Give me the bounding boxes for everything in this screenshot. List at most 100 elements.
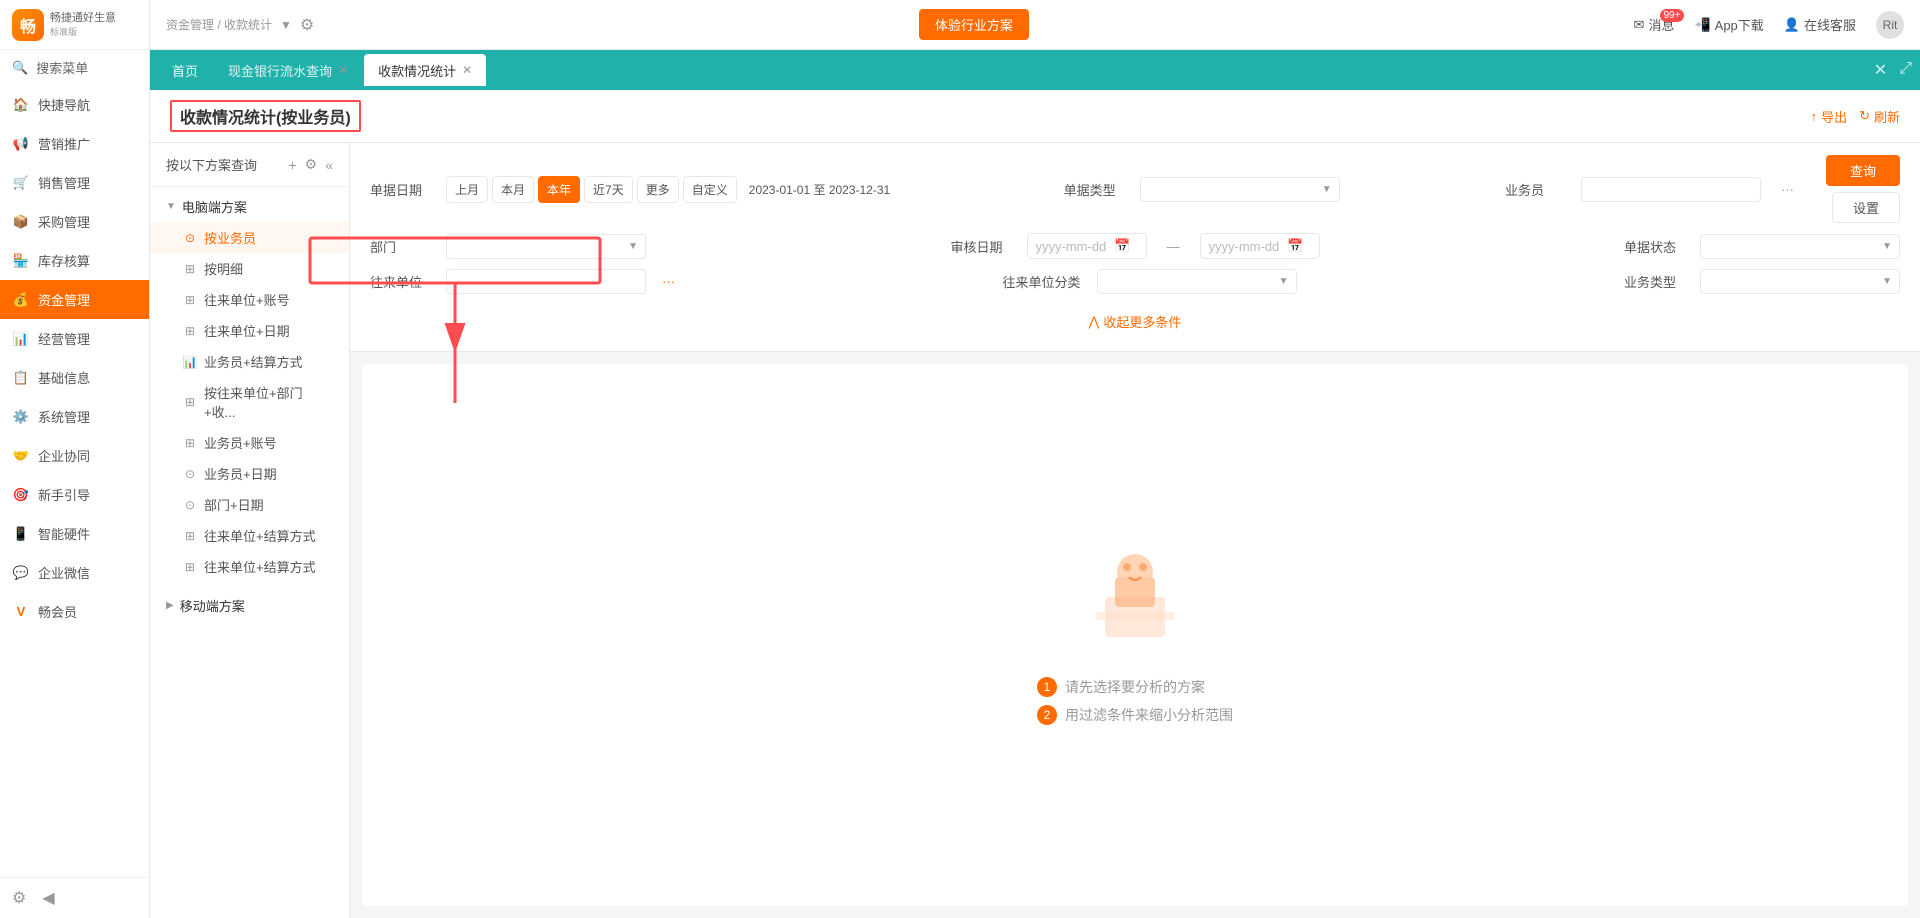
export-label: 导出 bbox=[1821, 107, 1847, 126]
sidebar-item-guide[interactable]: 🎯 新手引导 bbox=[0, 475, 149, 514]
sidebar-item-marketing[interactable]: 📢 营销推广 bbox=[0, 124, 149, 163]
scheme-item-unit-dept-collect[interactable]: ⊞ 按往来单位+部门+收... bbox=[150, 377, 349, 427]
date-btn-this-year[interactable]: 本年 bbox=[538, 176, 580, 203]
review-date-from[interactable]: yyyy-mm-dd 📅 bbox=[1027, 233, 1147, 259]
panel-collapse-icon[interactable]: « bbox=[325, 157, 333, 173]
export-button[interactable]: ↑ 导出 bbox=[1811, 107, 1848, 126]
filter-row-2: 部门 审核日期 yyyy-mm-dd 📅 — yyyy-mm-dd bbox=[370, 233, 1900, 259]
tab-home[interactable]: 首页 bbox=[158, 54, 212, 86]
scheme-salesman-date-icon: ⊙ bbox=[182, 466, 198, 482]
query-button[interactable]: 查询 bbox=[1826, 155, 1900, 186]
scheme-group-label: 电脑端方案 bbox=[182, 197, 247, 216]
unit-more-icon[interactable]: ··· bbox=[662, 274, 675, 289]
sidebar-item-member[interactable]: V 畅会员 bbox=[0, 592, 149, 631]
doc-status-select[interactable] bbox=[1700, 234, 1900, 259]
tab-bank[interactable]: 现金银行流水查询 ✕ bbox=[214, 54, 362, 86]
tab-collection[interactable]: 收款情况统计 ✕ bbox=[364, 54, 486, 86]
filter-row-1: 单据日期 上月 本月 本年 近7天 更多 自定义 2023-01-01 至 20… bbox=[370, 155, 1900, 223]
sidebar-item-quicknav[interactable]: 🏠 快捷导航 bbox=[0, 85, 149, 124]
settings-bottom-icon[interactable]: ⚙ bbox=[12, 888, 26, 908]
header-breadcrumb: 资金管理 / 收款统计 bbox=[166, 16, 272, 33]
sidebar-item-label: 营销推广 bbox=[38, 134, 90, 153]
sidebar-item-inventory[interactable]: 🏪 库存核算 bbox=[0, 241, 149, 280]
filter-row-3: 往来单位 ··· 往来单位分类 业务类型 bbox=[370, 269, 1900, 294]
collapse-label: 收起更多条件 bbox=[1103, 312, 1181, 331]
scheme-item-by-salesman[interactable]: ⊙ 按业务员 bbox=[150, 222, 349, 253]
app-download-button[interactable]: 📲 App下载 bbox=[1694, 15, 1763, 34]
scheme-group-header-mobile[interactable]: ▶ 移动端方案 bbox=[150, 590, 349, 621]
user-avatar-area[interactable]: Rit bbox=[1876, 11, 1904, 39]
scheme-item-unit-account[interactable]: ⊞ 往来单位+账号 bbox=[150, 284, 349, 315]
scheme-group-desktop: ▼ 电脑端方案 ⊙ 按业务员 ⊞ 按明细 ⊞ 往来单位+账号 ⊞ 往来单位+ bbox=[150, 187, 349, 586]
sidebar-item-finance[interactable]: 💰 资金管理 bbox=[0, 280, 149, 319]
scheme-item-salesman-settle[interactable]: 📊 业务员+结算方式 bbox=[150, 346, 349, 377]
scheme-item-label: 业务员+日期 bbox=[204, 464, 277, 483]
online-service-button[interactable]: 👤 在线客服 bbox=[1784, 15, 1856, 34]
tab-bank-close[interactable]: ✕ bbox=[338, 63, 348, 77]
date-btn-7days[interactable]: 近7天 bbox=[584, 176, 633, 203]
doc-type-select[interactable] bbox=[1140, 177, 1340, 202]
scheme-item-unit-date[interactable]: ⊞ 往来单位+日期 bbox=[150, 315, 349, 346]
date-btn-last-month[interactable]: 上月 bbox=[446, 176, 488, 203]
calendar-icon[interactable]: 📅 bbox=[1287, 238, 1303, 254]
unit-input[interactable] bbox=[446, 269, 646, 294]
unit-class-select[interactable] bbox=[1097, 269, 1297, 294]
refresh-button[interactable]: ↻ 刷新 bbox=[1859, 107, 1900, 126]
review-date-to[interactable]: yyyy-mm-dd 📅 bbox=[1200, 233, 1320, 259]
service-icon: 👤 bbox=[1784, 17, 1800, 33]
sidebar-item-purchase[interactable]: 📦 采购管理 bbox=[0, 202, 149, 241]
scheme-group-label: 移动端方案 bbox=[180, 596, 245, 615]
calendar-icon[interactable]: 📅 bbox=[1114, 238, 1130, 254]
message-button[interactable]: ✉ 消息 99+ bbox=[1634, 15, 1675, 34]
message-icon: ✉ bbox=[1634, 17, 1645, 33]
scheme-item-salesman-date[interactable]: ⊙ 业务员+日期 bbox=[150, 458, 349, 489]
collapse-bottom-icon[interactable]: ◀ bbox=[42, 888, 54, 908]
biz-type-select[interactable] bbox=[1700, 269, 1900, 294]
sidebar-item-cooperation[interactable]: 🤝 企业协同 bbox=[0, 436, 149, 475]
step-1-label: 请先选择要分析的方案 bbox=[1065, 677, 1205, 697]
tab-collection-close[interactable]: ✕ bbox=[462, 63, 472, 77]
sidebar-item-system[interactable]: ⚙️ 系统管理 bbox=[0, 397, 149, 436]
avatar: Rit bbox=[1876, 11, 1904, 39]
salesman-input[interactable] bbox=[1581, 177, 1761, 202]
left-panel-header: 按以下方案查询 + ⚙ « bbox=[150, 143, 349, 187]
sidebar-item-operation[interactable]: 📊 经营管理 bbox=[0, 319, 149, 358]
salesman-more-icon[interactable]: ··· bbox=[1781, 182, 1794, 197]
collapse-button[interactable]: ⋀ 收起更多条件 bbox=[370, 304, 1900, 339]
setting-button[interactable]: 设置 bbox=[1832, 192, 1900, 223]
sidebar-item-hardware[interactable]: 📱 智能硬件 bbox=[0, 514, 149, 553]
content-wrapper: 按以下方案查询 + ⚙ « ▼ 电脑端方案 ⊙ 按业务员 ⊞ bbox=[150, 143, 1920, 918]
sidebar-item-wechat[interactable]: 💬 企业微信 bbox=[0, 553, 149, 592]
tab-bar: 首页 现金银行流水查询 ✕ 收款情况统计 ✕ ✕ ⤢ bbox=[150, 50, 1920, 90]
scheme-item-label: 业务员+结算方式 bbox=[204, 352, 303, 371]
sidebar-item-label: 企业微信 bbox=[38, 563, 90, 582]
date-btn-custom[interactable]: 自定义 bbox=[683, 176, 737, 203]
tab-close-icon[interactable]: ✕ bbox=[1874, 60, 1887, 80]
scheme-item-dept-date[interactable]: ⊙ 部门+日期 bbox=[150, 489, 349, 520]
doc-status-label: 单据状态 bbox=[1624, 237, 1684, 256]
sidebar-item-sales[interactable]: 🛒 销售管理 bbox=[0, 163, 149, 202]
date-btn-more[interactable]: 更多 bbox=[637, 176, 679, 203]
scheme-group-header-desktop[interactable]: ▼ 电脑端方案 bbox=[150, 191, 349, 222]
panel-add-icon[interactable]: + bbox=[288, 157, 296, 173]
scheme-item-unit-settle1[interactable]: ⊞ 往来单位+结算方式 bbox=[150, 520, 349, 551]
sidebar-item-basic[interactable]: 📋 基础信息 bbox=[0, 358, 149, 397]
sidebar-bottom: ⚙ ◀ bbox=[0, 877, 149, 918]
tab-maximize-icon[interactable]: ⤢ bbox=[1899, 60, 1912, 80]
scheme-item-by-detail[interactable]: ⊞ 按明细 bbox=[150, 253, 349, 284]
sidebar-search[interactable]: 🔍 搜索菜单 bbox=[0, 50, 149, 85]
hardware-icon: 📱 bbox=[12, 525, 30, 543]
settings-icon[interactable]: ⚙ bbox=[300, 15, 314, 35]
unit-label: 往来单位 bbox=[370, 272, 430, 291]
trial-button[interactable]: 体验行业方案 bbox=[919, 9, 1029, 40]
scheme-item-salesman-account[interactable]: ⊞ 业务员+账号 bbox=[150, 427, 349, 458]
scheme-item-unit-settle2[interactable]: ⊞ 往来单位+结算方式 bbox=[150, 551, 349, 582]
member-icon: V bbox=[12, 603, 30, 621]
chevron-down-icon: ▼ bbox=[280, 18, 292, 32]
empty-step-1: 1 请先选择要分析的方案 bbox=[1037, 677, 1233, 697]
dept-select[interactable] bbox=[446, 234, 646, 259]
page-title: 收款情况统计(按业务员) bbox=[170, 100, 361, 132]
date-btn-this-month[interactable]: 本月 bbox=[492, 176, 534, 203]
scheme-item-label: 往来单位+日期 bbox=[204, 321, 290, 340]
panel-settings-icon[interactable]: ⚙ bbox=[305, 156, 318, 173]
